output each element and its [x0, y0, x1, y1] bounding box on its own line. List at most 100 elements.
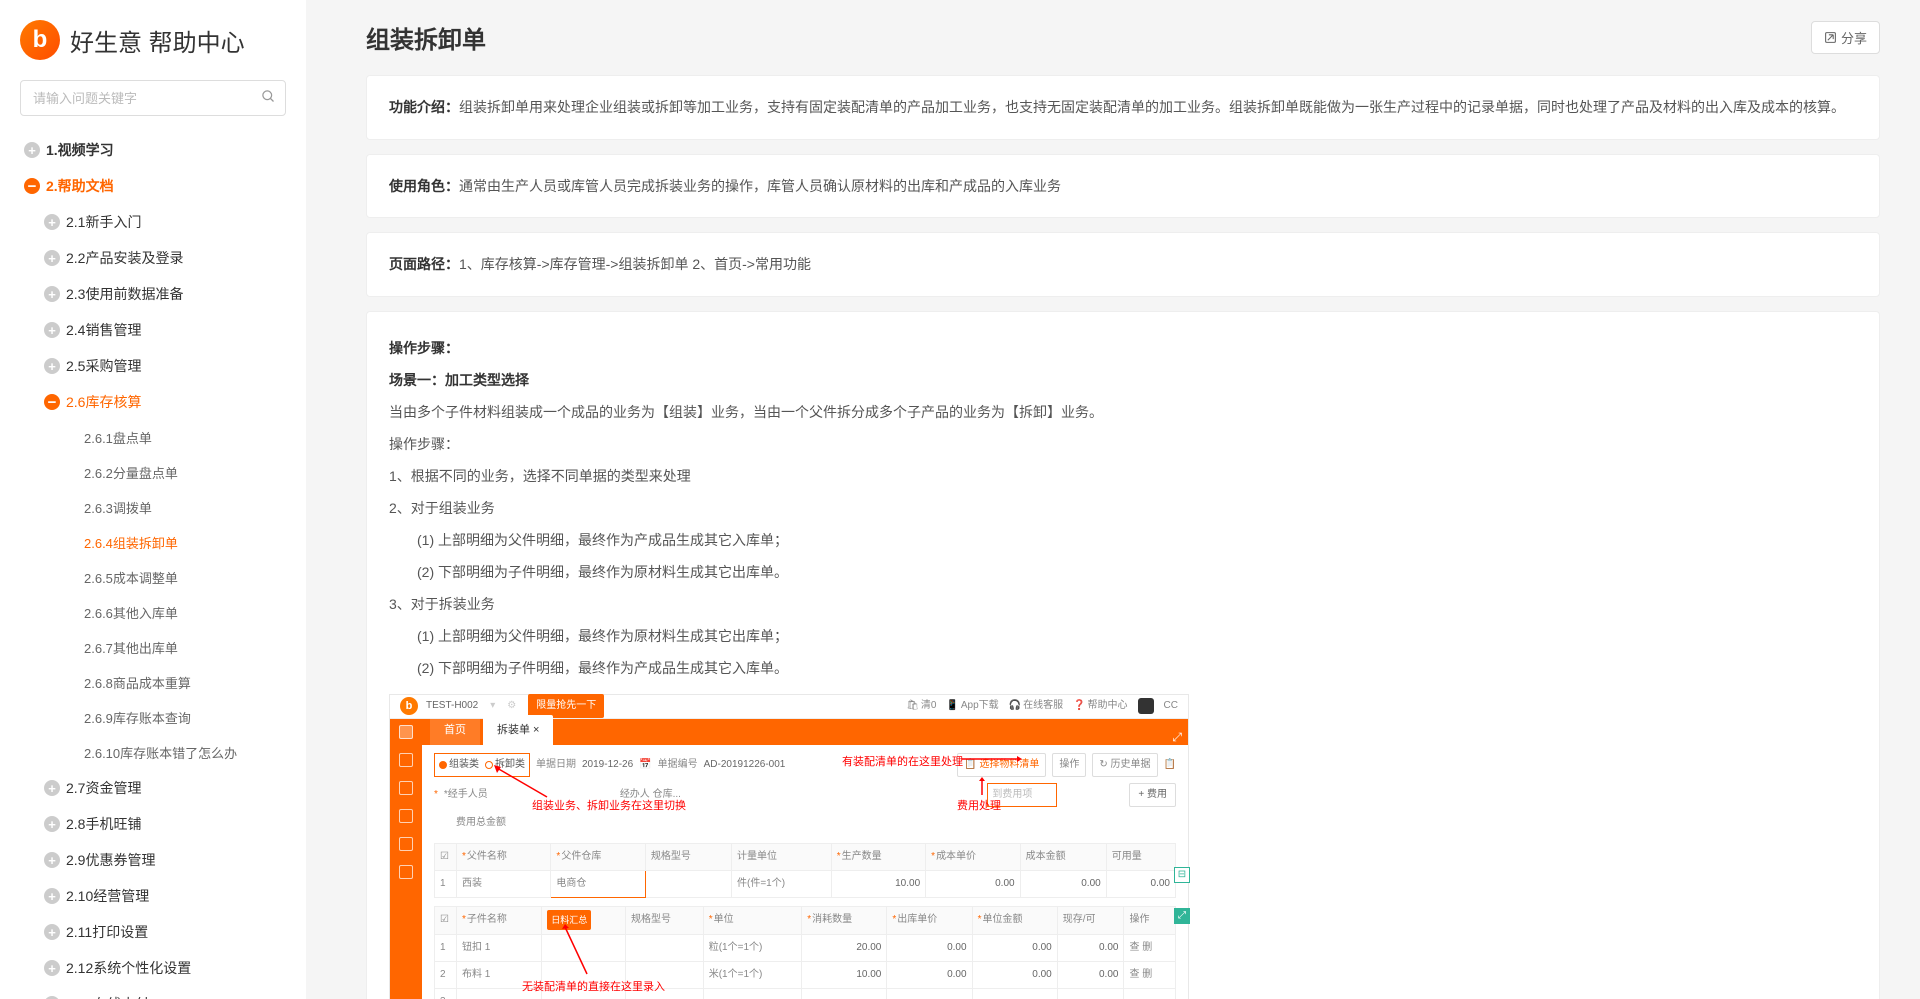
ss-logo: b — [400, 697, 418, 715]
nav-2-8[interactable]: +2.8手机旺铺 — [40, 806, 286, 842]
ss-op-btn: 操作 — [1052, 753, 1086, 777]
ss-user: CC — [1164, 696, 1178, 716]
main-content: 组装拆卸单 分享 功能介绍：组装拆卸单用来处理企业组装或拆卸等加工业务，支持有固… — [306, 0, 1920, 999]
plus-icon: + — [44, 888, 60, 904]
nav-2-6-6[interactable]: 2.6.6其他入库单 — [84, 595, 286, 630]
nav-2-6-7[interactable]: 2.6.7其他出库单 — [84, 630, 286, 665]
nav-2-6-10[interactable]: 2.6.10库存账本错了怎么办 — [84, 735, 286, 770]
ss-app: 📱 App下载 — [946, 696, 998, 716]
sidebar: b 好生意 帮助中心 +1.视频学习 −2.帮助文档 +2.1新手入门 +2.2… — [0, 0, 306, 999]
plus-icon: + — [44, 780, 60, 796]
ss-body: 首页 拆装单 × ⤢ 组装类 拆卸类 单据日期 2019- — [390, 719, 1188, 999]
plus-icon: + — [44, 214, 60, 230]
ss-form: 组装类 拆卸类 单据日期 2019-12-26 📅 单据编号 AD-201912… — [422, 745, 1188, 843]
nav-2-10[interactable]: +2.10经营管理 — [40, 878, 286, 914]
search-icon[interactable] — [261, 89, 276, 107]
expand-icon: ⤢ — [1174, 908, 1190, 924]
nav-2-6-2[interactable]: 2.6.2分量盘点单 — [84, 455, 286, 490]
plus-icon: + — [44, 358, 60, 374]
ss-table2-wrap: ☑ 子件名称 日料汇总 规格型号 单位 消耗数量 出库单价 单位金额 现存/可 — [422, 906, 1188, 999]
embedded-screenshot: b TEST-H002 ▾ ⚙ 限量抢先一下 🛍 清0 📱 App下载 🎧 在线… — [389, 694, 1189, 999]
ss-help: ❓ 帮助中心 — [1073, 696, 1127, 716]
share-label: 分享 — [1841, 28, 1867, 47]
nav-2-6-3[interactable]: 2.6.3调拨单 — [84, 490, 286, 525]
nav-2-7[interactable]: +2.7资金管理 — [40, 770, 286, 806]
step-2-1: (1) 上部明细为父件明细，最终作为产成品生成其它入库单； — [389, 526, 1857, 554]
logo-row: b 好生意 帮助中心 — [20, 20, 286, 60]
page-title-row: 组装拆卸单 分享 — [366, 20, 1880, 55]
content-card: 操作步骤： 场景一：加工类型选择 当由多个子件材料组装成一个成品的业务为【组装】… — [366, 311, 1880, 999]
intro-label: 功能介绍： — [389, 99, 459, 115]
nav-2-6-4[interactable]: 2.6.4组装拆卸单 — [84, 525, 286, 560]
nav-2-6-9[interactable]: 2.6.9库存账本查询 — [84, 700, 286, 735]
path-text: 1、库存核算->库存管理->组装拆卸单 2、首页->常用功能 — [459, 256, 811, 272]
nav-2-2[interactable]: +2.2产品安装及登录 — [40, 240, 286, 276]
nav-2-3[interactable]: +2.3使用前数据准备 — [40, 276, 286, 312]
minus-icon: − — [24, 178, 40, 194]
ss-tab-home: 首页 — [430, 715, 480, 745]
nav-2-11[interactable]: +2.11打印设置 — [40, 914, 286, 950]
path-label: 页面路径： — [389, 256, 459, 272]
search-input[interactable] — [20, 80, 286, 116]
ss-tab-active: 拆装单 × — [483, 715, 553, 745]
scene1-desc: 当由多个子件材料组装成一个成品的业务为【组装】业务，当由一个父件拆分成多个子产品… — [389, 398, 1857, 426]
nav-2-5[interactable]: +2.5采购管理 — [40, 348, 286, 384]
step-2: 2、对于组装业务 — [389, 494, 1857, 522]
nav-help-docs[interactable]: −2.帮助文档 — [20, 168, 286, 204]
nav-2-9[interactable]: +2.9优惠券管理 — [40, 842, 286, 878]
ss-top-right: 🛍 清0 📱 App下载 🎧 在线客服 ❓ 帮助中心 CC — [906, 696, 1178, 716]
annotation-3: 费用处理 — [957, 795, 1001, 817]
ss-table1-wrap: ☑ 父件名称 父件仓库 规格型号 计量单位 生产数量 成本单价 成本金额 可用量 — [422, 843, 1188, 906]
ss-cart: 🛍 清0 — [906, 696, 936, 716]
collapse-icon: ⊟ — [1174, 867, 1190, 883]
nav-2-13[interactable]: +2.13在线支付 — [40, 986, 286, 999]
nav-video-learning[interactable]: +1.视频学习 — [20, 132, 286, 168]
side-icon — [399, 837, 413, 851]
ss-service: 🎧 在线客服 — [1009, 696, 1063, 716]
share-button[interactable]: 分享 — [1811, 21, 1880, 54]
nav-2-6-5[interactable]: 2.6.5成本调整单 — [84, 560, 286, 595]
plus-icon: + — [44, 816, 60, 832]
ss-float-icons2: ⤢ — [1174, 908, 1190, 924]
page-title: 组装拆卸单 — [366, 20, 486, 55]
ss-fee-btn: + 费用 — [1129, 783, 1176, 807]
site-title: 好生意 帮助中心 — [70, 23, 245, 58]
step-2-2: (2) 下部明细为子件明细，最终作为原材料生成其它出库单。 — [389, 558, 1857, 586]
plus-icon: + — [44, 852, 60, 868]
plus-icon: + — [44, 250, 60, 266]
ss-tabs: 首页 拆装单 × ⤢ — [422, 719, 1188, 745]
intro-text: 组装拆卸单用来处理企业组装或拆卸等加工业务，支持有固定装配清单的产品加工业务，也… — [459, 99, 1845, 115]
plus-icon: + — [44, 286, 60, 302]
plus-icon: + — [44, 322, 60, 338]
nav-2-6[interactable]: −2.6库存核算 — [40, 384, 286, 420]
side-icon — [399, 781, 413, 795]
nav-2-4[interactable]: +2.4销售管理 — [40, 312, 286, 348]
step-3-2: (2) 下部明细为子件明细，最终作为产成品生成其它入库单。 — [389, 654, 1857, 682]
ss-main: 首页 拆装单 × ⤢ 组装类 拆卸类 单据日期 2019- — [422, 719, 1188, 999]
nav-root: +1.视频学习 −2.帮助文档 +2.1新手入门 +2.2产品安装及登录 +2.… — [20, 132, 286, 999]
intro-card: 功能介绍：组装拆卸单用来处理企业组装或拆卸等加工业务，支持有固定装配清单的产品加… — [366, 75, 1880, 140]
path-card: 页面路径：1、库存核算->库存管理->组装拆卸单 2、首页->常用功能 — [366, 232, 1880, 297]
ss-account: TEST-H002 — [426, 696, 478, 716]
nav-2-6-1[interactable]: 2.6.1盘点单 — [84, 420, 286, 455]
scene1-title: 场景一：加工类型选择 — [389, 366, 1857, 394]
nav-2-12[interactable]: +2.12系统个性化设置 — [40, 950, 286, 986]
role-card: 使用角色：通常由生产人员或库管人员完成拆装业务的操作，库管人员确认原材料的出库和… — [366, 154, 1880, 219]
ss-float-icons: ⊟ — [1174, 867, 1190, 883]
plus-icon: + — [44, 924, 60, 940]
step-3: 3、对于拆装业务 — [389, 590, 1857, 618]
nav-2-6-8[interactable]: 2.6.8商品成本重算 — [84, 665, 286, 700]
annotation-1: 有装配清单的在这里处理 — [842, 751, 963, 773]
site-logo: b — [20, 20, 60, 60]
ss-history-btn: ↻ 历史单据 — [1092, 753, 1157, 777]
step-1: 1、根据不同的业务，选择不同单据的类型来处理 — [389, 462, 1857, 490]
side-icon — [399, 809, 413, 823]
role-text: 通常由生产人员或库管人员完成拆装业务的操作，库管人员确认原材料的出库和产成品的入… — [459, 178, 1061, 194]
ss-sidebar — [390, 719, 422, 999]
side-icon — [399, 753, 413, 767]
ss-avatar — [1138, 698, 1154, 714]
search-box — [20, 80, 286, 116]
nav-2-1[interactable]: +2.1新手入门 — [40, 204, 286, 240]
steps-label2: 操作步骤： — [389, 430, 1857, 458]
step-3-1: (1) 上部明细为父件明细，最终作为原材料生成其它出库单； — [389, 622, 1857, 650]
